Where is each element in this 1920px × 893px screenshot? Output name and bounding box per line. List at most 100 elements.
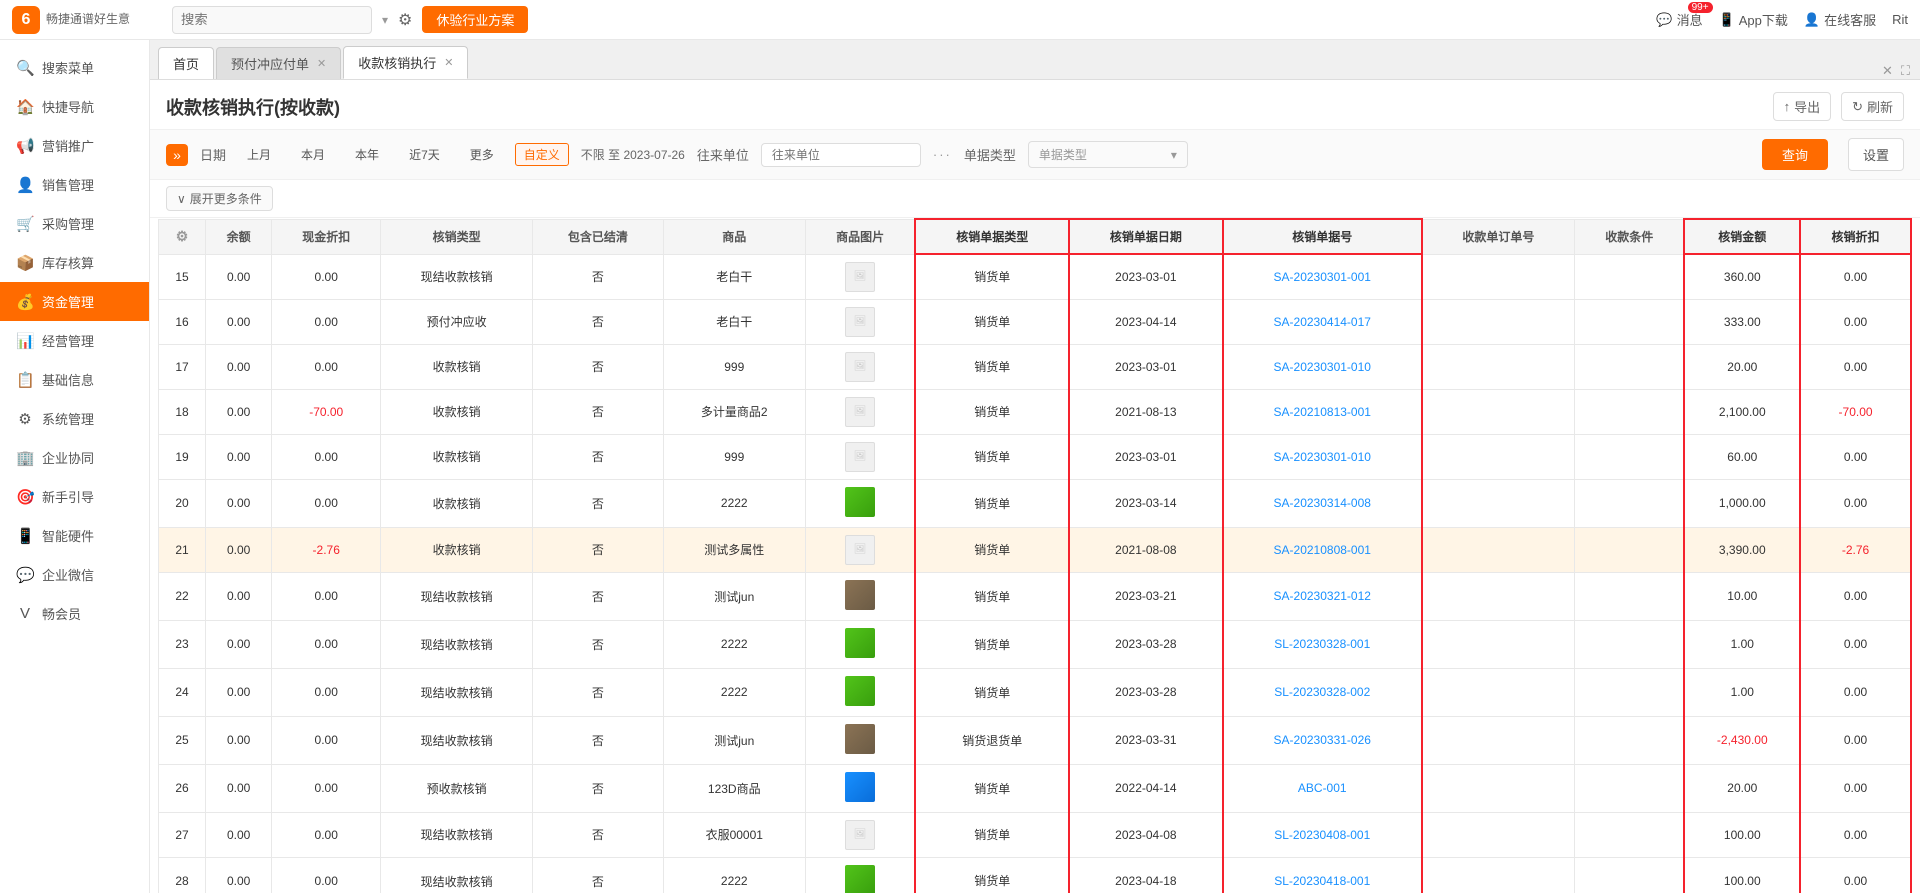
online-service-button[interactable]: 👤 在线客服 bbox=[1804, 10, 1876, 29]
cell-cancel-bill-no[interactable]: ABC-001 bbox=[1223, 764, 1422, 812]
expand-more-btn[interactable]: ∨ 展开更多条件 bbox=[166, 186, 273, 211]
cell-cancel-bill-no[interactable]: SA-20230331-026 bbox=[1223, 716, 1422, 764]
more-date-btn[interactable]: 更多 bbox=[461, 143, 503, 166]
cell-cancel-bill-no[interactable]: SA-20230301-010 bbox=[1223, 344, 1422, 389]
filter-toggle-button[interactable]: » bbox=[166, 144, 188, 166]
cell-cancel-bill-no[interactable]: SL-20230328-002 bbox=[1223, 668, 1422, 716]
search-input[interactable] bbox=[172, 6, 372, 34]
cancel-bill-no-link[interactable]: SA-20230301-010 bbox=[1274, 450, 1371, 464]
window-close-icon[interactable]: ✕ bbox=[1882, 63, 1893, 79]
tab-cancel-label: 收款核销执行 bbox=[358, 53, 436, 72]
cell-cancel-discount: 0.00 bbox=[1800, 572, 1911, 620]
sidebar-label: 企业微信 bbox=[42, 565, 94, 584]
query-button[interactable]: 查询 bbox=[1762, 139, 1828, 170]
cancel-bill-no-link[interactable]: SL-20230328-002 bbox=[1274, 685, 1370, 699]
tab-prepay[interactable]: 预付冲应付单 ✕ bbox=[216, 47, 341, 79]
cell-cancel-discount: 0.00 bbox=[1800, 620, 1911, 668]
custom-date-btn[interactable]: 自定义 bbox=[515, 143, 569, 166]
main-layout: 🔍 搜索菜单 🏠 快捷导航 📢 营销推广 👤 销售管理 🛒 采购管理 📦 库存核… bbox=[0, 40, 1920, 893]
app-download-button[interactable]: 📱 App下载 bbox=[1719, 10, 1788, 29]
cell-cancel-bill-no[interactable]: SA-20210808-001 bbox=[1223, 527, 1422, 572]
expand-label: 展开更多条件 bbox=[190, 190, 262, 207]
last-month-btn[interactable]: 上月 bbox=[238, 143, 280, 166]
cell-cancel-bill-no[interactable]: SA-20210813-001 bbox=[1223, 389, 1422, 434]
this-month-btn[interactable]: 本月 bbox=[292, 143, 334, 166]
cell-cancel-bill-type: 销货单 bbox=[915, 344, 1069, 389]
bill-type-select[interactable]: 单据类型 ▾ bbox=[1028, 141, 1188, 168]
cell-receipt-condition bbox=[1575, 572, 1685, 620]
cell-cancel-bill-no[interactable]: SA-20230301-010 bbox=[1223, 434, 1422, 479]
cancel-bill-no-link[interactable]: SA-20230331-026 bbox=[1274, 733, 1371, 747]
export-button[interactable]: ↑ 导出 bbox=[1773, 92, 1832, 121]
logo: 6 畅捷通谱好生意 bbox=[12, 6, 162, 34]
cancel-bill-no-link[interactable]: SL-20230408-001 bbox=[1274, 828, 1370, 842]
cell-cancel-discount: 0.00 bbox=[1800, 434, 1911, 479]
sidebar-item-vip[interactable]: V 畅会员 bbox=[0, 594, 149, 633]
cancel-bill-no-link[interactable]: SA-20230314-008 bbox=[1274, 496, 1371, 510]
cell-balance: 0.00 bbox=[206, 812, 272, 857]
sidebar-item-marketing[interactable]: 📢 营销推广 bbox=[0, 126, 149, 165]
settings-button[interactable]: 设置 bbox=[1848, 138, 1904, 171]
cell-cancel-bill-no[interactable]: SA-20230414-017 bbox=[1223, 299, 1422, 344]
message-button[interactable]: 💬 消息 99+ bbox=[1656, 10, 1702, 29]
last-7days-btn[interactable]: 近7天 bbox=[400, 143, 449, 166]
cell-goods-img: 🖼 bbox=[805, 812, 915, 857]
sidebar-item-operations[interactable]: 📊 经营管理 bbox=[0, 321, 149, 360]
cell-cancel-bill-no[interactable]: SL-20230328-001 bbox=[1223, 620, 1422, 668]
cell-goods-img: 🖼 bbox=[805, 527, 915, 572]
cancel-bill-no-link[interactable]: SA-20230321-012 bbox=[1274, 589, 1371, 603]
sidebar-item-inventory[interactable]: 📦 库存核算 bbox=[0, 243, 149, 282]
cancel-bill-no-link[interactable]: SL-20230328-001 bbox=[1274, 637, 1370, 651]
user-menu[interactable]: Rit bbox=[1892, 12, 1908, 27]
sidebar-item-search-menu[interactable]: 🔍 搜索菜单 bbox=[0, 48, 149, 87]
counter-party-input[interactable] bbox=[761, 143, 921, 167]
search-dropdown-icon[interactable]: ▾ bbox=[382, 13, 388, 27]
cell-include-settled: 否 bbox=[533, 812, 663, 857]
wechat-icon: 💬 bbox=[16, 566, 34, 584]
gear-icon[interactable]: ⚙ bbox=[398, 10, 412, 30]
cancel-bill-no-link[interactable]: SA-20230301-001 bbox=[1274, 270, 1371, 284]
col-discount: 现金折扣 bbox=[272, 219, 381, 254]
cell-cancel-bill-no[interactable]: SA-20230314-008 bbox=[1223, 479, 1422, 527]
sidebar-item-sales[interactable]: 👤 销售管理 bbox=[0, 165, 149, 204]
cell-cancel-bill-no[interactable]: SA-20230301-001 bbox=[1223, 254, 1422, 299]
filter-bar: » 日期 上月 本月 本年 近7天 更多 自定义 不限 至 2023-07-26… bbox=[150, 130, 1920, 180]
sidebar-item-guide[interactable]: 🎯 新手引导 bbox=[0, 477, 149, 516]
sidebar-item-enterprise[interactable]: 🏢 企业协同 bbox=[0, 438, 149, 477]
window-maximize-icon[interactable]: ⛶ bbox=[1901, 63, 1910, 79]
sidebar-item-finance[interactable]: 💰 资金管理 bbox=[0, 282, 149, 321]
cancel-bill-no-link[interactable]: SA-20210808-001 bbox=[1274, 543, 1371, 557]
sidebar-item-purchase[interactable]: 🛒 采购管理 bbox=[0, 204, 149, 243]
sidebar-item-quick-nav[interactable]: 🏠 快捷导航 bbox=[0, 87, 149, 126]
cell-cancel-amount: 10.00 bbox=[1684, 572, 1800, 620]
sidebar-item-wechat[interactable]: 💬 企业微信 bbox=[0, 555, 149, 594]
cell-cancel-bill-no[interactable]: SL-20230418-001 bbox=[1223, 857, 1422, 893]
gear-header-icon[interactable]: ⚙ bbox=[176, 228, 189, 244]
tab-home[interactable]: 首页 bbox=[158, 47, 214, 79]
tab-cancel-close[interactable]: ✕ bbox=[444, 56, 453, 69]
cancel-bill-no-link[interactable]: SA-20210813-001 bbox=[1274, 405, 1371, 419]
tab-cancel[interactable]: 收款核销执行 ✕ bbox=[343, 46, 468, 79]
industry-button[interactable]: 休验行业方案 bbox=[422, 6, 528, 33]
sidebar-item-hardware[interactable]: 📱 智能硬件 bbox=[0, 516, 149, 555]
counter-party-more-icon[interactable]: ··· bbox=[933, 147, 952, 162]
refresh-button[interactable]: ↻ 刷新 bbox=[1841, 92, 1904, 121]
cell-cancel-bill-type: 销货单 bbox=[915, 434, 1069, 479]
cell-num: 26 bbox=[159, 764, 206, 812]
sidebar-item-basic[interactable]: 📋 基础信息 bbox=[0, 360, 149, 399]
quick-nav-icon: 🏠 bbox=[16, 98, 34, 116]
sidebar-label: 销售管理 bbox=[42, 175, 94, 194]
cancel-bill-no-link[interactable]: SA-20230301-010 bbox=[1274, 360, 1371, 374]
cancel-bill-no-link[interactable]: SL-20230418-001 bbox=[1274, 874, 1370, 888]
table-row: 24 0.00 0.00 现结收款核销 否 2222 销货单 2023-03-2… bbox=[159, 668, 1912, 716]
sidebar-label: 经营管理 bbox=[42, 331, 94, 350]
cancel-bill-no-link[interactable]: SA-20230414-017 bbox=[1274, 315, 1371, 329]
top-right-area: 💬 消息 99+ 📱 App下载 👤 在线客服 Rit bbox=[1656, 10, 1908, 29]
tab-prepay-close[interactable]: ✕ bbox=[317, 57, 326, 70]
cancel-bill-no-link[interactable]: ABC-001 bbox=[1298, 781, 1347, 795]
this-year-btn[interactable]: 本年 bbox=[346, 143, 388, 166]
sidebar-item-system[interactable]: ⚙ 系统管理 bbox=[0, 399, 149, 438]
cell-cancel-bill-no[interactable]: SA-20230321-012 bbox=[1223, 572, 1422, 620]
top-bar: 6 畅捷通谱好生意 ▾ ⚙ 休验行业方案 💬 消息 99+ 📱 App下载 👤 … bbox=[0, 0, 1920, 40]
cell-cancel-bill-no[interactable]: SL-20230408-001 bbox=[1223, 812, 1422, 857]
